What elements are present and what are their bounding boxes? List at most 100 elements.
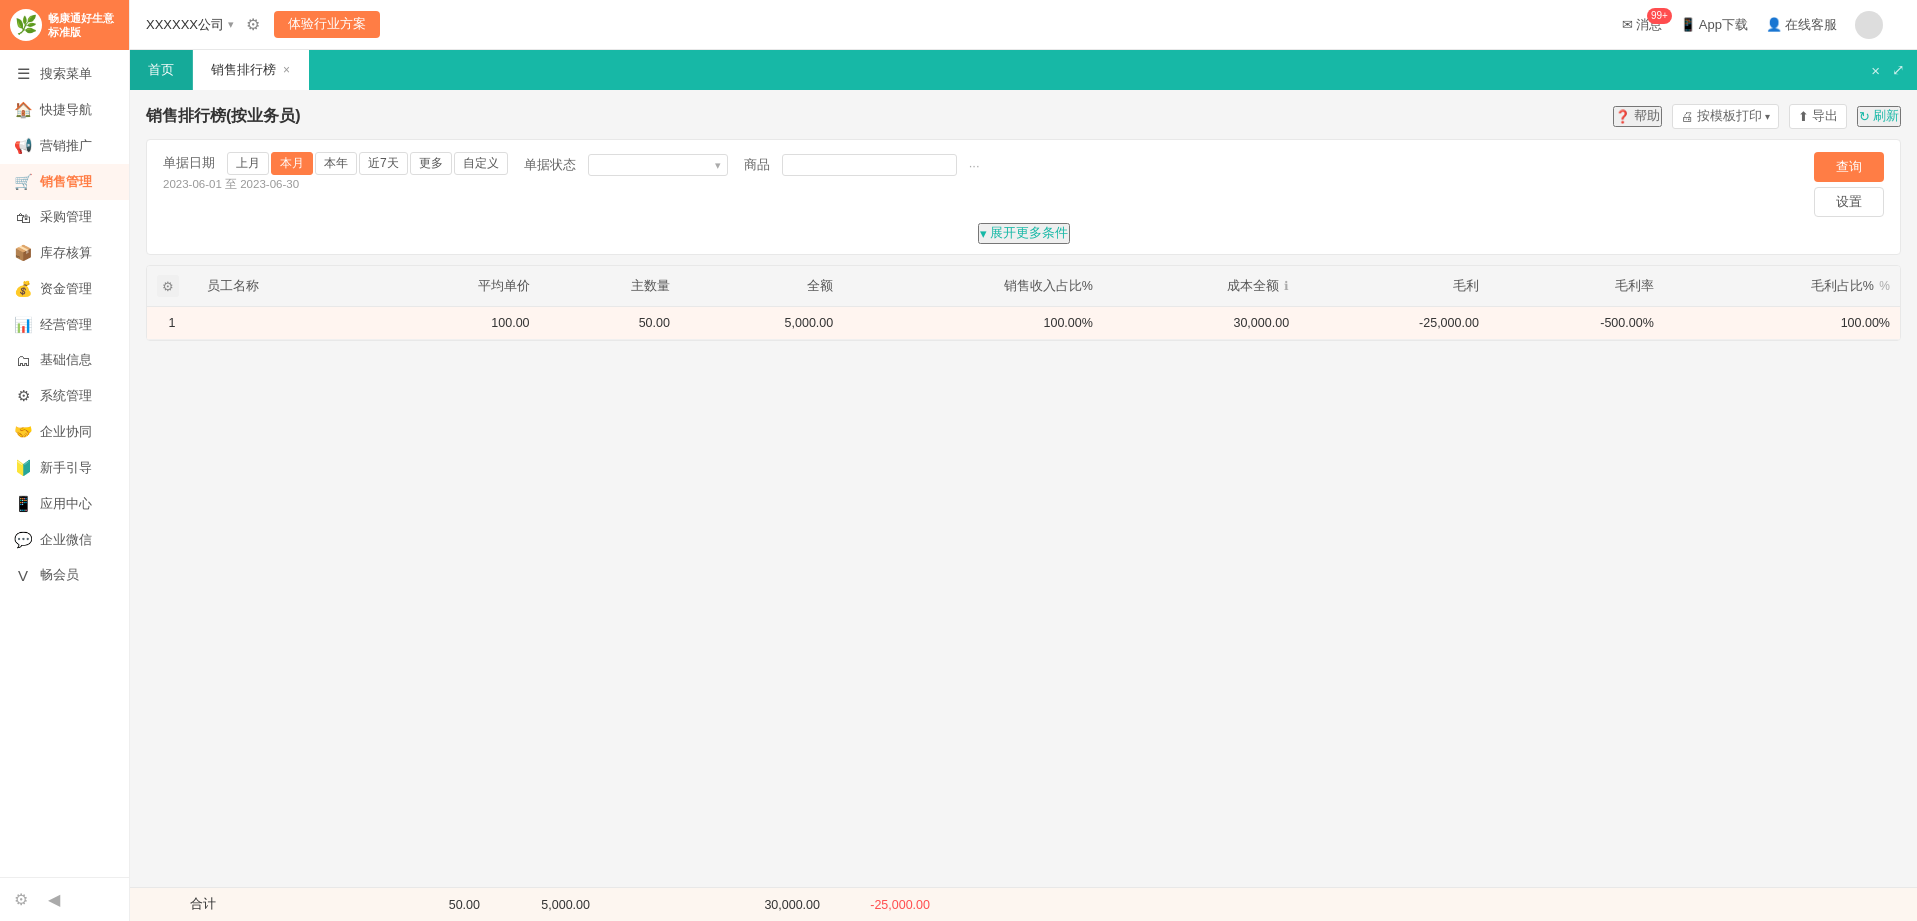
sidebar-bottom: ⚙ ◀ bbox=[0, 877, 129, 921]
footer-amount: 5,000.00 bbox=[490, 898, 600, 912]
sidebar-item-label: 资金管理 bbox=[40, 281, 92, 298]
th-avg-price: 平均单价 bbox=[368, 266, 539, 307]
status-label: 单据状态 bbox=[524, 157, 576, 174]
sidebar-item-label: 营销推广 bbox=[40, 138, 92, 155]
sidebar-item-system[interactable]: ⚙ 系统管理 bbox=[0, 378, 129, 414]
help-btn[interactable]: ❓ 帮助 bbox=[1613, 106, 1662, 127]
sidebar-item-label: 系统管理 bbox=[40, 388, 92, 405]
logo-icon: 🌿 bbox=[10, 9, 42, 41]
th-profit-pct: 毛利占比% % bbox=[1664, 266, 1900, 307]
status-select-wrapper bbox=[588, 154, 728, 176]
footer-cost: 30,000.00 bbox=[720, 898, 830, 912]
apps-icon: 📱 bbox=[14, 495, 32, 513]
sidebar-item-inventory[interactable]: 📦 库存核算 bbox=[0, 235, 129, 271]
topbar: XXXXXX公司 ▾ ⚙ 体验行业方案 ✉ 消息 99+ 📱 App下载 👤 在… bbox=[130, 0, 1917, 50]
sidebar: 🌿 畅康通好生意 标准版 ☰ 搜索菜单 🏠 快捷导航 📢 营销推广 🛒 销售管理… bbox=[0, 0, 130, 921]
export-label: 导出 bbox=[1812, 108, 1838, 125]
sidebar-item-operation[interactable]: 📊 经营管理 bbox=[0, 307, 129, 343]
goods-filter: 商品 ··· bbox=[744, 154, 980, 182]
sidebar-item-label: 销售管理 bbox=[40, 174, 92, 191]
sidebar-item-apps[interactable]: 📱 应用中心 bbox=[0, 486, 129, 522]
th-profit-rate: 毛利率 bbox=[1489, 266, 1664, 307]
online-service-btn[interactable]: 👤 在线客服 bbox=[1766, 16, 1837, 34]
sidebar-item-finance[interactable]: 💰 资金管理 bbox=[0, 271, 129, 307]
tab-close-icon[interactable]: × bbox=[283, 63, 290, 77]
td-qty: 50.00 bbox=[540, 307, 680, 340]
topbar-gear-icon[interactable]: ⚙ bbox=[246, 15, 260, 34]
goods-more-icon[interactable]: ··· bbox=[969, 158, 980, 173]
sidebar-item-member[interactable]: V 畅会员 bbox=[0, 558, 129, 593]
rank-settings-icon[interactable]: ⚙ bbox=[157, 275, 179, 297]
tab-expand-icon[interactable]: ⤢ bbox=[1892, 61, 1905, 79]
sidebar-item-label: 库存核算 bbox=[40, 245, 92, 262]
export-btn[interactable]: ⬆ 导出 bbox=[1789, 104, 1847, 129]
sidebar-item-label: 应用中心 bbox=[40, 496, 92, 513]
wechat-icon: 💬 bbox=[14, 531, 32, 549]
collapse-icon[interactable]: ◀ bbox=[48, 890, 60, 909]
message-badge: 99+ bbox=[1647, 8, 1672, 24]
date-btn-7days[interactable]: 近7天 bbox=[359, 152, 408, 175]
logo-line1: 畅康通好生意 bbox=[48, 11, 114, 25]
sidebar-item-marketing[interactable]: 📢 营销推广 bbox=[0, 128, 129, 164]
message-btn[interactable]: ✉ 消息 99+ bbox=[1622, 16, 1662, 34]
goods-input[interactable] bbox=[782, 154, 957, 176]
sidebar-item-sales[interactable]: 🛒 销售管理 bbox=[0, 164, 129, 200]
refresh-btn[interactable]: ↻ 刷新 bbox=[1857, 106, 1901, 127]
goods-label: 商品 bbox=[744, 157, 770, 174]
system-icon: ⚙ bbox=[14, 387, 32, 405]
expand-more-btn[interactable]: ▾ 展开更多条件 bbox=[978, 223, 1070, 244]
tab-sales-rank[interactable]: 销售排行榜 × bbox=[193, 50, 309, 90]
sidebar-item-enterprise[interactable]: 🤝 企业协同 bbox=[0, 414, 129, 450]
print-btn[interactable]: 🖨 按模板打印 ▾ bbox=[1672, 104, 1779, 129]
td-profit-pct: 100.00% bbox=[1664, 307, 1900, 340]
sidebar-item-shortcut[interactable]: 🏠 快捷导航 bbox=[0, 92, 129, 128]
date-label: 单据日期 bbox=[163, 155, 215, 172]
cost-info-icon[interactable]: ℹ bbox=[1284, 279, 1289, 293]
trial-btn[interactable]: 体验行业方案 bbox=[274, 11, 380, 38]
home-icon: 🏠 bbox=[14, 101, 32, 119]
user-avatar[interactable] bbox=[1855, 11, 1883, 39]
guide-icon: 🔰 bbox=[14, 459, 32, 477]
th-amount: 全额 bbox=[680, 266, 843, 307]
date-btn-more[interactable]: 更多 bbox=[410, 152, 452, 175]
td-sales-pct: 100.00% bbox=[843, 307, 1103, 340]
service-icon: 👤 bbox=[1766, 17, 1782, 32]
settings-bottom-icon[interactable]: ⚙ bbox=[14, 890, 28, 909]
company-chevron-icon: ▾ bbox=[228, 18, 234, 31]
query-btn[interactable]: 查询 bbox=[1814, 152, 1884, 182]
tab-expand-area: × ⤢ bbox=[1859, 50, 1917, 90]
search-menu-icon: ☰ bbox=[14, 65, 32, 83]
date-filter: 单据日期 上月 本月 本年 近7天 更多 自定义 2023-06-01 至 20… bbox=[163, 152, 508, 192]
footer-profit: -25,000.00 bbox=[830, 898, 940, 912]
query-btns: 查询 设置 bbox=[1814, 152, 1884, 217]
tab-home[interactable]: 首页 bbox=[130, 50, 193, 90]
table-footer: 合计 50.00 5,000.00 30,000.00 -25,000.00 bbox=[130, 887, 1917, 921]
sidebar-item-guide[interactable]: 🔰 新手引导 bbox=[0, 450, 129, 486]
sidebar-item-search[interactable]: ☰ 搜索菜单 bbox=[0, 56, 129, 92]
sidebar-item-wechat[interactable]: 💬 企业微信 bbox=[0, 522, 129, 558]
date-btn-cur-month[interactable]: 本月 bbox=[271, 152, 313, 175]
th-name: 员工名称 bbox=[197, 266, 368, 307]
sidebar-item-label: 快捷导航 bbox=[40, 102, 92, 119]
setting-btn[interactable]: 设置 bbox=[1814, 187, 1884, 217]
expand-label: 展开更多条件 bbox=[990, 225, 1068, 242]
td-profit-rate: -500.00% bbox=[1489, 307, 1664, 340]
pct-info-icon[interactable]: % bbox=[1879, 279, 1890, 293]
status-select[interactable] bbox=[588, 154, 728, 176]
tab-close-top-icon[interactable]: × bbox=[1871, 62, 1880, 79]
status-filter: 单据状态 bbox=[524, 154, 728, 182]
sidebar-item-purchase[interactable]: 🛍 采购管理 bbox=[0, 200, 129, 235]
date-btn-prev-month[interactable]: 上月 bbox=[227, 152, 269, 175]
filter-expand-row: ▾ 展开更多条件 bbox=[163, 217, 1884, 246]
expand-icon: ▾ bbox=[980, 226, 987, 241]
tab-sales-rank-label: 销售排行榜 bbox=[211, 61, 276, 79]
footer-cells: 合计 50.00 5,000.00 30,000.00 -25,000.00 bbox=[130, 896, 1917, 913]
app-download-btn[interactable]: 📱 App下载 bbox=[1680, 16, 1748, 34]
help-label: 帮助 bbox=[1634, 108, 1660, 125]
sidebar-item-basic[interactable]: 🗂 基础信息 bbox=[0, 343, 129, 378]
operation-icon: 📊 bbox=[14, 316, 32, 334]
table-row: 1 100.00 50.00 bbox=[147, 307, 1900, 340]
company-selector[interactable]: XXXXXX公司 ▾ bbox=[146, 16, 234, 34]
date-btn-year[interactable]: 本年 bbox=[315, 152, 357, 175]
date-btn-custom[interactable]: 自定义 bbox=[454, 152, 508, 175]
